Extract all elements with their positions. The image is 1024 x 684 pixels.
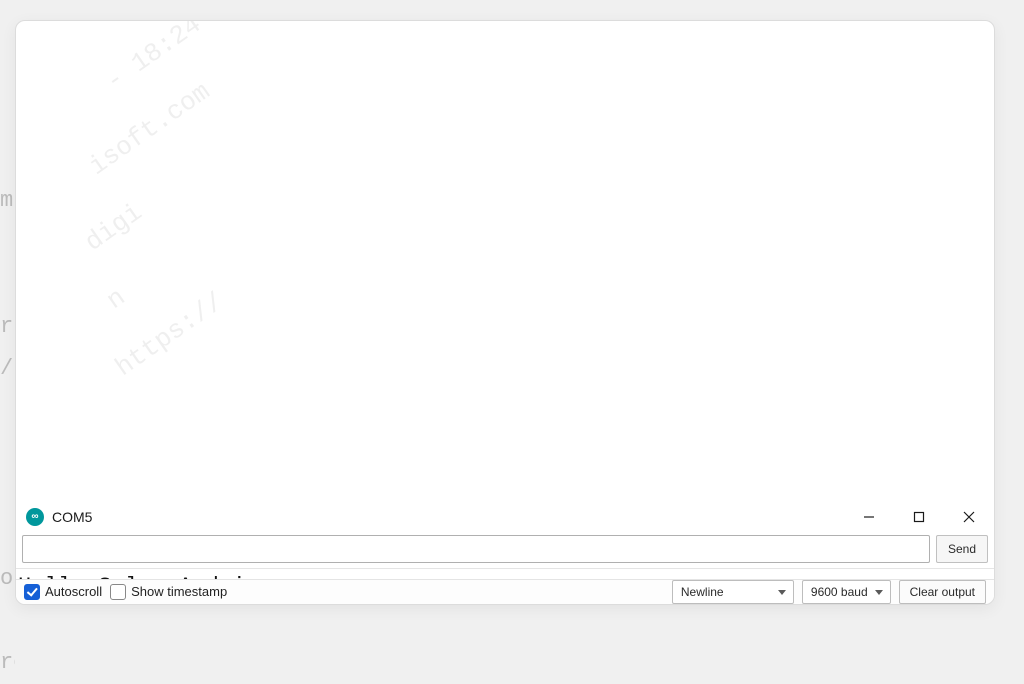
checkbox-checked-icon [24,584,40,600]
line-ending-select[interactable]: Newline [672,580,794,604]
input-row: Send [16,530,994,569]
bottom-bar: Autoscroll Show timestamp Newline 9600 b… [16,579,994,604]
minimize-icon [863,511,875,523]
output-line: Hello Salve Arduino [18,571,992,579]
baud-select[interactable]: 9600 baud [802,580,891,604]
titlebar: COM5 [16,504,994,530]
watermark-text: - 18:24 isoft.com digi n https:// [15,20,568,545]
checkbox-unchecked-icon [110,584,126,600]
send-button[interactable]: Send [936,535,988,563]
serial-monitor-window: - 18:24 isoft.com digi n https:// COM5 S… [15,20,995,605]
timestamp-label: Show timestamp [131,584,227,599]
minimize-button[interactable] [844,504,894,530]
output-area[interactable]: Hello Salve ArduinoHello Salve ArduinoHe… [16,569,994,579]
close-button[interactable] [944,504,994,530]
maximize-icon [913,511,925,523]
arduino-icon [26,508,44,526]
maximize-button[interactable] [894,504,944,530]
window-controls [844,504,994,530]
autoscroll-toggle[interactable]: Autoscroll [24,584,102,600]
window-title: COM5 [52,509,92,525]
timestamp-toggle[interactable]: Show timestamp [110,584,227,600]
page-ghost-text: m r / or re [0,180,15,684]
serial-input[interactable] [22,535,930,563]
autoscroll-label: Autoscroll [45,584,102,599]
close-icon [963,511,975,523]
clear-output-button[interactable]: Clear output [899,580,986,604]
